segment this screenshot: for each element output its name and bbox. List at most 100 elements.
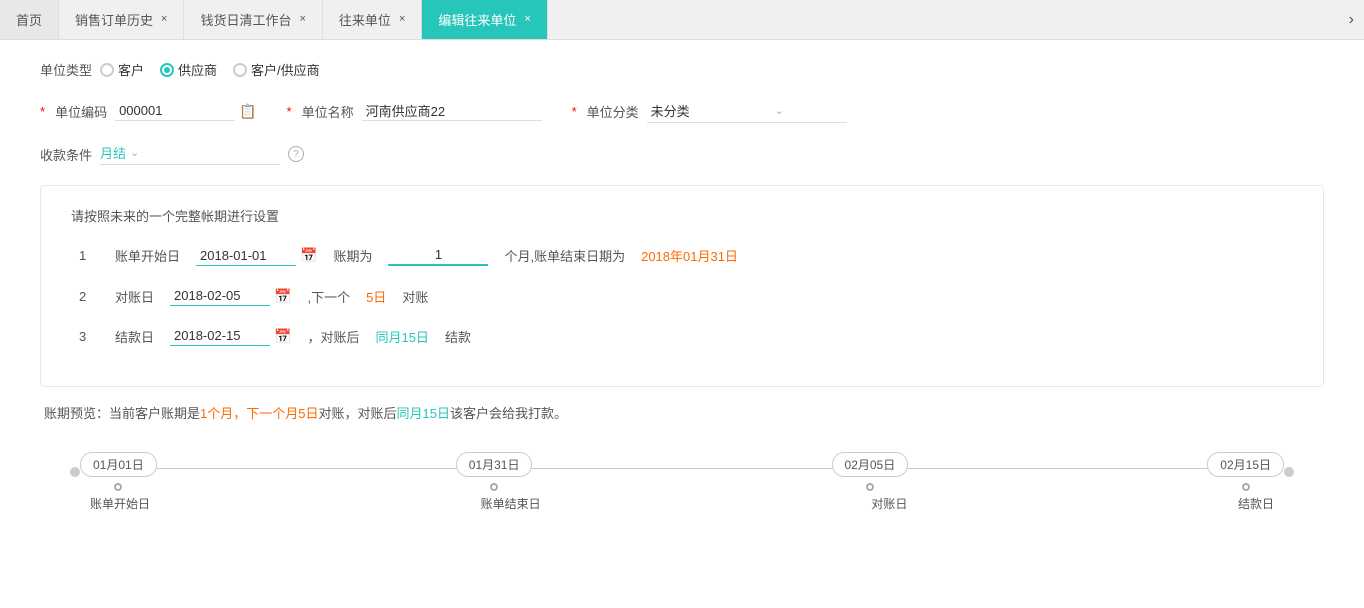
timeline-label-1: 账单开始日 xyxy=(90,495,150,512)
timeline-tag-2: 01月31日 xyxy=(456,452,533,477)
timeline-point-1: 01月01日 xyxy=(80,452,157,491)
timeline-label-2: 账单结束日 xyxy=(481,495,541,512)
unit-code-label: 单位编码 xyxy=(55,102,107,121)
period-suffix-after-1: 个月,账单结束日期为 xyxy=(504,246,625,265)
timeline-section: 01月01日 01月31日 02月05日 02月15日 xyxy=(40,442,1324,522)
tab-edit-partner[interactable]: 编辑往来单位 × xyxy=(422,0,547,39)
radio-supplier-label: 供应商 xyxy=(178,60,217,79)
radio-both[interactable]: 客户/供应商 xyxy=(233,60,320,79)
unit-name-input[interactable] xyxy=(362,101,542,121)
timeline-dot-2 xyxy=(490,483,498,491)
cal-icon-3[interactable]: 📅 xyxy=(274,328,291,345)
timeline-point-3: 02月05日 xyxy=(832,452,909,491)
period-num-2: 2 xyxy=(79,289,99,304)
payment-select[interactable]: 月结 ⌄ xyxy=(100,143,280,165)
period-card: 请按照未来的一个完整帐期进行设置 1 账单开始日 📅 账期为 个月,账单结束日期… xyxy=(40,185,1324,387)
copy-icon[interactable]: 📋 xyxy=(239,103,256,120)
tab-sales-history-label: 销售订单历史 xyxy=(75,10,153,29)
tab-sales-history-close[interactable]: × xyxy=(161,14,167,25)
timeline-label-4: 结款日 xyxy=(1238,495,1274,512)
radio-supplier-circle xyxy=(160,63,174,77)
payment-group: 收款条件 月结 ⌄ ? xyxy=(40,143,304,165)
period-suffix-before-1: 账期为 xyxy=(333,246,372,265)
radio-supplier[interactable]: 供应商 xyxy=(160,60,217,79)
payment-value: 月结 xyxy=(100,143,126,162)
radio-group: 客户 供应商 客户/供应商 xyxy=(100,60,320,79)
tab-more-button[interactable]: › xyxy=(1339,0,1364,39)
payment-help-icon[interactable]: ? xyxy=(288,146,304,162)
unit-type-label: 单位类型 xyxy=(40,60,92,79)
period-date-1-input[interactable] xyxy=(196,246,296,266)
timeline-dot-1 xyxy=(114,483,122,491)
tab-edit-partner-label: 编辑往来单位 xyxy=(438,10,516,29)
radio-customer[interactable]: 客户 xyxy=(100,60,144,79)
period-row-2: 2 对账日 📅 ,下一个 5日 对账 xyxy=(71,286,1293,306)
radio-both-circle xyxy=(233,63,247,77)
tab-home-label: 首页 xyxy=(16,10,42,29)
unit-code-input-wrap: 📋 xyxy=(115,101,256,121)
unit-class-group: * 单位分类 未分类 ⌄ xyxy=(572,99,847,123)
tab-partner-unit-label: 往来单位 xyxy=(339,10,391,29)
timeline-tag-1: 01月01日 xyxy=(80,452,157,477)
unit-class-label: 单位分类 xyxy=(587,102,639,121)
timeline-point-4: 02月15日 xyxy=(1207,452,1284,491)
radio-both-label: 客户/供应商 xyxy=(251,60,320,79)
main-content: 单位类型 客户 供应商 客户/供应商 * 单位编码 xyxy=(0,40,1364,608)
timeline-left-dot xyxy=(70,467,80,477)
payment-dropdown-arrow: ⌄ xyxy=(130,146,139,159)
code-required: * xyxy=(40,104,45,119)
period-num-3: 3 xyxy=(79,329,99,344)
timeline-right-dot xyxy=(1284,467,1294,477)
period-label-2: 对账日 xyxy=(115,287,154,306)
class-required: * xyxy=(572,104,577,119)
unit-type-group: 单位类型 客户 供应商 客户/供应商 xyxy=(40,60,320,79)
code-name-class-row: * 单位编码 📋 * 单位名称 * 单位分类 未分类 ⌄ xyxy=(40,99,1324,123)
unit-class-value: 未分类 xyxy=(651,101,771,120)
cal-icon-1[interactable]: 📅 xyxy=(300,247,317,264)
period-row2-highlight: 5日 xyxy=(366,287,386,306)
tab-cash-work[interactable]: 钱货日清工作台 × xyxy=(184,0,322,39)
preview-3: 对账，对账后 xyxy=(318,406,396,421)
preview-5: 该客户会给我打款。 xyxy=(450,406,567,421)
tabs-bar: 首页 销售订单历史 × 钱货日清工作台 × 往来单位 × 编辑往来单位 × › xyxy=(0,0,1364,40)
tab-edit-partner-close[interactable]: × xyxy=(524,14,530,25)
class-dropdown-arrow: ⌄ xyxy=(775,104,784,117)
cal-icon-2[interactable]: 📅 xyxy=(274,288,291,305)
tab-partner-unit-close[interactable]: × xyxy=(399,14,405,25)
period-end-date-1: 2018年01月31日 xyxy=(641,246,738,265)
radio-customer-circle xyxy=(100,63,114,77)
unit-name-group: * 单位名称 xyxy=(287,101,542,121)
period-date-2-input[interactable] xyxy=(170,286,270,306)
payment-label: 收款条件 xyxy=(40,145,92,164)
unit-name-label: 单位名称 xyxy=(302,102,354,121)
period-date-3-input[interactable] xyxy=(170,326,270,346)
period-row3-suffix: 结款 xyxy=(445,327,471,346)
tab-cash-work-close[interactable]: × xyxy=(299,14,305,25)
preview-2: 下一个月5日 xyxy=(246,406,318,421)
preview-text: 账期预览：当前客户账期是1个月，下一个月5日对账，对账后同月15日该客户会给我打… xyxy=(40,403,1324,422)
period-label-3: 结款日 xyxy=(115,327,154,346)
tab-home[interactable]: 首页 xyxy=(0,0,59,39)
timeline-labels: 账单开始日 账单结束日 对账日 结款日 xyxy=(60,491,1304,512)
period-row-3: 3 结款日 📅 ，对账后同月15日 结款 xyxy=(71,326,1293,346)
unit-code-group: * 单位编码 📋 xyxy=(40,101,257,121)
unit-code-input[interactable] xyxy=(115,101,235,121)
timeline-label-3: 对账日 xyxy=(871,495,907,512)
preview-4: 同月15日 xyxy=(397,406,450,421)
tab-sales-history[interactable]: 销售订单历史 × xyxy=(59,0,184,39)
period-row2-suffix: 对账 xyxy=(402,287,428,306)
period-row2-prefix: ,下一个 xyxy=(307,287,350,306)
timeline-dot-4 xyxy=(1242,483,1250,491)
tab-cash-work-label: 钱货日清工作台 xyxy=(200,10,291,29)
tab-partner-unit[interactable]: 往来单位 × xyxy=(323,0,422,39)
timeline-point-2: 01月31日 xyxy=(456,452,533,491)
name-required: * xyxy=(287,104,292,119)
timeline-tag-4: 02月15日 xyxy=(1207,452,1284,477)
period-row-1: 1 账单开始日 📅 账期为 个月,账单结束日期为 2018年01月31日 xyxy=(71,245,1293,266)
period-date-2-wrap: 📅 xyxy=(170,286,291,306)
period-months-input[interactable] xyxy=(388,245,488,266)
period-date-3-wrap: 📅 xyxy=(170,326,291,346)
timeline-points: 01月01日 01月31日 02月05日 02月15日 xyxy=(80,452,1284,491)
unit-class-select[interactable]: 未分类 ⌄ xyxy=(647,99,847,123)
timeline-tag-3: 02月05日 xyxy=(832,452,909,477)
